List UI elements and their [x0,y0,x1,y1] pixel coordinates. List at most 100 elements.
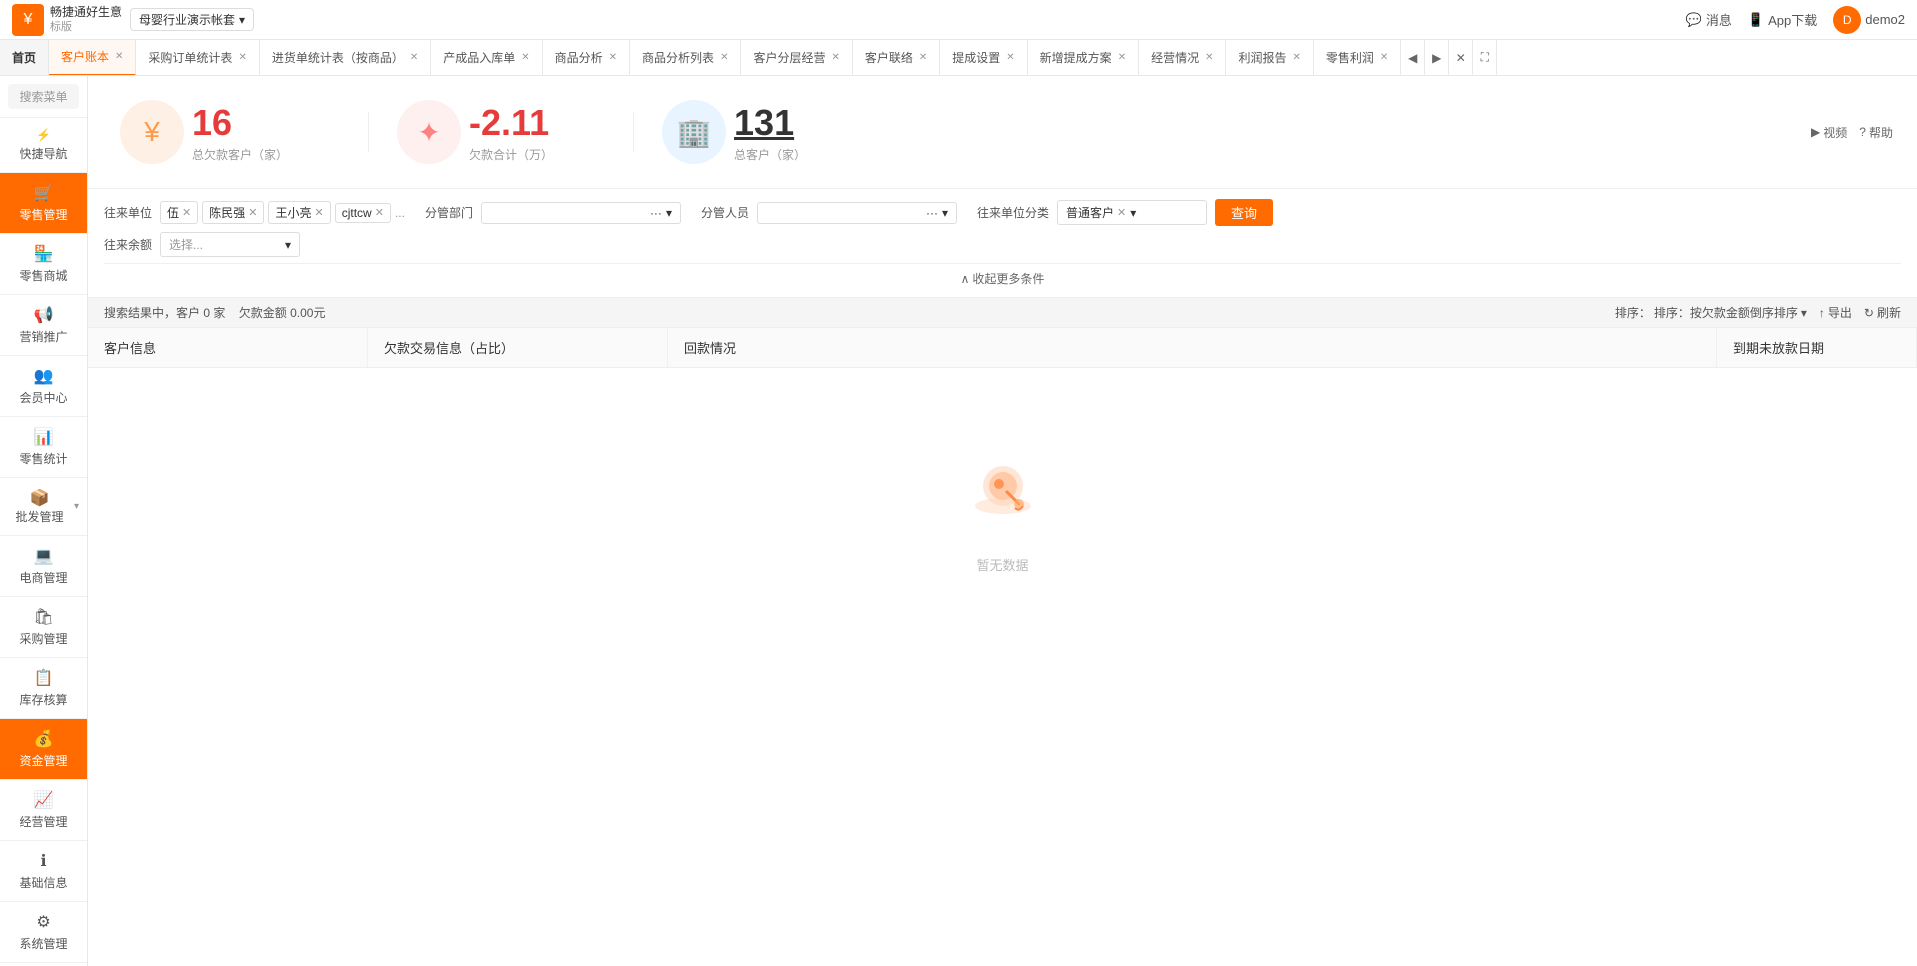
sidebar-item-retail-mgmt[interactable]: 🛒 零售管理 [0,173,87,234]
empty-icon [963,448,1043,543]
tab-close-retail-profit[interactable]: ✕ [1380,52,1388,63]
refresh-button[interactable]: ↻ 刷新 [1864,304,1901,321]
classification-filter-select[interactable]: 普通客户 ✕ ▾ [1057,200,1207,225]
system-icon: ⚙ [36,912,50,932]
download-icon: 📱 [1748,12,1764,28]
tab-close-all-btn[interactable]: ✕ [1449,40,1473,76]
sidebar-item-wholesale[interactable]: 📦 批发管理 ▾ [0,478,87,536]
overdue-customers-value: 16 [192,102,232,144]
inventory-icon: 📋 [34,668,54,688]
result-info: 搜索结果中，客户 0 家 欠款金额 0.00元 [104,304,325,321]
tab-business-status[interactable]: 经营情况 ✕ [1139,40,1226,76]
sidebar-item-retail-shop[interactable]: 🏪 零售商城 [0,234,87,295]
help-btn[interactable]: ? 帮助 [1859,124,1893,141]
query-button[interactable]: 查询 [1215,199,1273,226]
tab-close-purchase-order[interactable]: ✕ [238,52,246,63]
tab-bar: 首页 客户账本 ✕ 采购订单统计表 ✕ 进货单统计表（按商品） ✕ 产成品入库单… [0,40,1917,76]
tab-commission-setting[interactable]: 提成设置 ✕ [940,40,1027,76]
content-area: ¥ 16 总欠款客户（家） ✦ -2.11 欠款合计（万） 🏢 131 总客户（… [88,76,1917,966]
tab-next-btn[interactable]: ▶ [1425,40,1449,76]
member-icon: 👥 [34,366,54,386]
tab-close-profit-report[interactable]: ✕ [1293,52,1301,63]
col-header-due-date: 到期未放款日期 [1717,328,1917,367]
col-header-repayment: 回款情况 [668,328,1717,367]
tab-customer-contact[interactable]: 客户联络 ✕ [853,40,940,76]
classification-tag-normal[interactable]: 普通客户 ✕ [1066,204,1126,221]
sidebar-item-inventory[interactable]: 📋 库存核算 [0,658,87,719]
unit-tag-cjttcw[interactable]: cjttcw ✕ [335,203,391,223]
export-icon: ↑ [1819,306,1825,320]
sidebar-item-system[interactable]: ⚙ 系统管理 [0,902,87,963]
chevron-down-icon: ▾ [74,501,79,512]
tab-close-customer-contact[interactable]: ✕ [919,52,927,63]
tab-maximize-btn[interactable]: ⛶ [1473,40,1497,76]
sidebar-item-ecommerce[interactable]: 💻 电商管理 [0,536,87,597]
sidebar-quick-nav[interactable]: ⚡ 快捷导航 [0,118,87,173]
sidebar-search-area: 搜索菜单 [0,76,87,118]
tab-close-goods-analysis[interactable]: ✕ [609,52,617,63]
collapse-button[interactable]: ∧ 收起更多条件 [104,263,1901,287]
balance-filter-label: 往来余额 [104,236,152,253]
app-download-button[interactable]: 📱 App下载 [1748,10,1817,29]
tab-purchase-stats[interactable]: 进货单统计表（按商品） ✕ [260,40,431,76]
ecommerce-icon: 💻 [34,546,54,566]
search-menu-button[interactable]: 搜索菜单 [8,84,79,109]
tab-retail-profit[interactable]: 零售利润 ✕ [1314,40,1401,76]
overdue-amount-value: -2.11 [469,102,549,144]
tab-close-goods-list[interactable]: ✕ [720,52,728,63]
sidebar-item-operations[interactable]: 📈 经营管理 [0,780,87,841]
tab-prev-btn[interactable]: ◀ [1401,40,1425,76]
tab-close-customer-ledger[interactable]: ✕ [115,51,123,62]
person-filter-select[interactable]: ··· ▾ [757,202,957,224]
sidebar-item-purchase[interactable]: 🛍 采购管理 [0,597,87,658]
store-selector[interactable]: 母婴行业演示帐套 ▾ [130,8,254,31]
unit-tag-chen[interactable]: 陈民强 ✕ [202,201,264,224]
tab-close-purchase-stats[interactable]: ✕ [410,52,418,63]
remove-classification-normal[interactable]: ✕ [1117,206,1126,219]
sidebar: 搜索菜单 ⚡ 快捷导航 🛒 零售管理 🏪 零售商城 📢 营销推广 👥 会员中心 … [0,76,88,966]
total-customers-label: 总客户（家） [734,146,806,163]
top-bar: ¥ 畅捷通好生意 标版 母婴行业演示帐套 ▾ 💬 消息 📱 App下载 D de… [0,0,1917,40]
tab-goods-list[interactable]: 商品分析列表 ✕ [630,40,741,76]
remove-unit-wang[interactable]: ✕ [315,206,324,219]
tab-goods-analysis[interactable]: 商品分析 ✕ [543,40,630,76]
sidebar-item-member[interactable]: 👥 会员中心 [0,356,87,417]
person-filter-label: 分管人员 [701,204,749,221]
tab-customer-ledger[interactable]: 客户账本 ✕ [49,40,136,76]
logo-text: 畅捷通好生意 标版 [50,5,122,35]
logo-area: ¥ 畅捷通好生意 标版 [12,4,122,36]
sidebar-item-retail-stats[interactable]: 📊 零售统计 [0,417,87,478]
remove-unit-wu[interactable]: ✕ [182,206,191,219]
unit-tag-wang[interactable]: 王小亮 ✕ [268,201,330,224]
tab-close-business-status[interactable]: ✕ [1205,52,1213,63]
unit-filter-label: 往来单位 [104,204,152,221]
sidebar-item-finance[interactable]: 💰 资金管理 [0,719,87,780]
sort-select[interactable]: 排序： 排序：按欠款金额倒序排序 ▾ [1615,304,1807,321]
sidebar-item-marketing[interactable]: 📢 营销推广 [0,295,87,356]
unit-filter-more[interactable]: ... [395,206,405,220]
balance-filter-select[interactable]: 选择... ▾ [160,232,300,257]
unit-tag-wu[interactable]: 伍 ✕ [160,201,198,224]
stat-overdue-customers: 16 总欠款客户（家） [192,102,348,163]
tab-add-commission[interactable]: 新增提成方案 ✕ [1028,40,1139,76]
tab-product-in[interactable]: 产成品入库单 ✕ [431,40,542,76]
tab-close-add-commission[interactable]: ✕ [1118,52,1126,63]
tab-purchase-order[interactable]: 采购订单统计表 ✕ [136,40,259,76]
tab-home[interactable]: 首页 [0,40,49,76]
tab-close-customer-tier[interactable]: ✕ [831,52,839,63]
export-button[interactable]: ↑ 导出 [1819,304,1852,321]
tab-profit-report[interactable]: 利润报告 ✕ [1226,40,1313,76]
stats-actions: ▶ 视频 ? 帮助 [1811,124,1893,141]
video-btn[interactable]: ▶ 视频 [1811,124,1847,141]
remove-unit-chen[interactable]: ✕ [248,206,257,219]
top-bar-right: 💬 消息 📱 App下载 D demo2 [1686,6,1905,34]
tab-customer-tier[interactable]: 客户分层经营 ✕ [741,40,852,76]
stat-total-customers: 131 总客户（家） [734,102,866,163]
remove-unit-cjttcw[interactable]: ✕ [375,206,384,219]
dept-filter-select[interactable]: ··· ▾ [481,202,681,224]
tab-close-commission-setting[interactable]: ✕ [1006,52,1014,63]
sidebar-item-basic-info[interactable]: ℹ 基础信息 [0,841,87,902]
message-button[interactable]: 💬 消息 [1686,10,1732,29]
tab-close-product-in[interactable]: ✕ [521,52,529,63]
user-menu[interactable]: D demo2 [1833,6,1905,34]
